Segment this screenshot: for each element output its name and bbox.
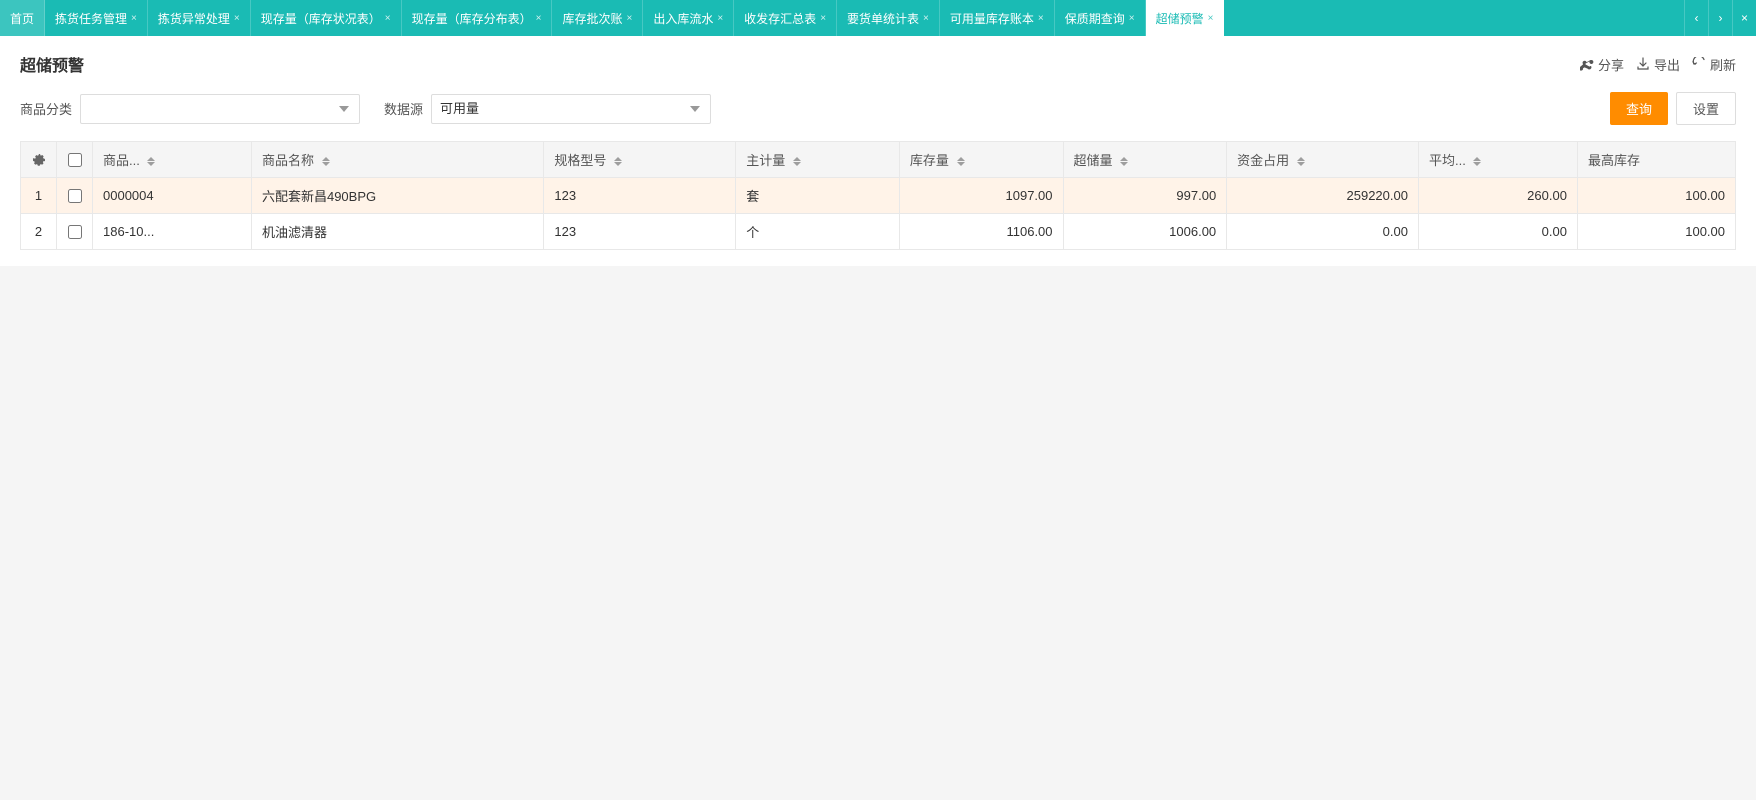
page-title: 超储预警: [20, 52, 84, 76]
td-overstock: 997.00: [1063, 178, 1227, 214]
sort-icon-name: [322, 157, 330, 166]
sort-icon-unit: [793, 157, 801, 166]
nav-arrow-close[interactable]: ×: [1732, 0, 1756, 36]
td-unit: 套: [736, 178, 900, 214]
th-avg[interactable]: 平均...: [1418, 142, 1577, 178]
sort-icon-code: [147, 157, 155, 166]
nav-tab-requisition[interactable]: 要货单统计表 ×: [837, 0, 940, 36]
td-avg: 260.00: [1418, 178, 1577, 214]
nav-arrow-right[interactable]: ›: [1708, 0, 1732, 36]
th-select-all: [57, 142, 93, 178]
refresh-icon: [1692, 57, 1706, 71]
datasource-select[interactable]: 可用量: [431, 94, 711, 124]
td-capital: 259220.00: [1227, 178, 1419, 214]
sort-icon-overstock: [1120, 157, 1128, 166]
row-checkbox[interactable]: [68, 225, 82, 239]
th-gear: [21, 142, 57, 178]
td-checkbox: [57, 178, 93, 214]
close-icon[interactable]: ×: [923, 13, 929, 24]
td-spec: 123: [544, 214, 736, 250]
select-all-checkbox[interactable]: [68, 153, 82, 167]
settings-button[interactable]: 设置: [1676, 92, 1736, 125]
nav-tab-stock-status[interactable]: 现存量（库存状况表） ×: [251, 0, 402, 36]
td-spec: 123: [544, 178, 736, 214]
page-content: 超储预警 分享 导出 刷新: [0, 36, 1756, 266]
nav-tab-picking-abnormal[interactable]: 拣货异常处理 ×: [148, 0, 251, 36]
close-icon[interactable]: ×: [536, 13, 542, 24]
sort-icon-avg: [1473, 157, 1481, 166]
filter-right-buttons: 查询 设置: [1610, 92, 1736, 125]
nav-tab-overstock[interactable]: 超储预警 ×: [1146, 0, 1225, 36]
nav-tab-picking-tasks[interactable]: 拣货任务管理 ×: [45, 0, 148, 36]
td-code: 0000004: [93, 178, 252, 214]
nav-arrows: ‹ › ×: [1684, 0, 1756, 36]
table-header-row: 商品... 商品名称 规格型号: [21, 142, 1736, 178]
datasource-label: 数据源: [384, 99, 423, 118]
td-checkbox: [57, 214, 93, 250]
nav-tab-available-ledger[interactable]: 可用量库存账本 ×: [940, 0, 1055, 36]
sort-icon-spec: [614, 157, 622, 166]
share-icon: [1580, 57, 1594, 71]
td-code: 186-10...: [93, 214, 252, 250]
th-overstock[interactable]: 超储量: [1063, 142, 1227, 178]
td-capital: 0.00: [1227, 214, 1419, 250]
td-name: 机油滤清器: [251, 214, 543, 250]
table-row: 1 0000004 六配套新昌490BPG 123 套 1097.00 997.…: [21, 178, 1736, 214]
gear-icon[interactable]: [32, 153, 46, 167]
table-body: 1 0000004 六配套新昌490BPG 123 套 1097.00 997.…: [21, 178, 1736, 250]
close-icon[interactable]: ×: [626, 13, 632, 24]
close-icon[interactable]: ×: [385, 13, 391, 24]
td-stock: 1106.00: [899, 214, 1063, 250]
td-unit: 个: [736, 214, 900, 250]
header-actions: 分享 导出 刷新: [1580, 55, 1736, 74]
query-button[interactable]: 查询: [1610, 92, 1668, 125]
row-checkbox[interactable]: [68, 189, 82, 203]
nav-tab-home[interactable]: 首页: [0, 0, 45, 36]
th-code[interactable]: 商品...: [93, 142, 252, 178]
data-table: 商品... 商品名称 规格型号: [20, 141, 1736, 250]
nav-tab-stock-batch[interactable]: 库存批次账 ×: [552, 0, 643, 36]
td-avg: 0.00: [1418, 214, 1577, 250]
td-max: 100.00: [1577, 178, 1735, 214]
sort-icon-stock: [957, 157, 965, 166]
td-overstock: 1006.00: [1063, 214, 1227, 250]
td-index: 2: [21, 214, 57, 250]
close-icon[interactable]: ×: [820, 13, 826, 24]
export-button[interactable]: 导出: [1636, 55, 1680, 74]
share-button[interactable]: 分享: [1580, 55, 1624, 74]
close-icon[interactable]: ×: [131, 13, 137, 24]
table-row: 2 186-10... 机油滤清器 123 个 1106.00 1006.00 …: [21, 214, 1736, 250]
export-icon: [1636, 57, 1650, 71]
refresh-button[interactable]: 刷新: [1692, 55, 1736, 74]
th-max[interactable]: 最高库存: [1577, 142, 1735, 178]
td-max: 100.00: [1577, 214, 1735, 250]
sort-icon-capital: [1297, 157, 1305, 166]
close-icon[interactable]: ×: [1038, 13, 1044, 24]
category-select[interactable]: [80, 94, 360, 124]
th-name[interactable]: 商品名称: [251, 142, 543, 178]
nav-tab-inout-flow[interactable]: 出入库流水 ×: [643, 0, 734, 36]
td-name: 六配套新昌490BPG: [251, 178, 543, 214]
top-nav: 首页 拣货任务管理 × 拣货异常处理 × 现存量（库存状况表） × 现存量（库存…: [0, 0, 1756, 36]
filter-row: 商品分类 数据源 可用量 查询 设置: [20, 92, 1736, 125]
close-icon[interactable]: ×: [1208, 13, 1214, 24]
nav-tab-collect-summary[interactable]: 收发存汇总表 ×: [734, 0, 837, 36]
th-capital[interactable]: 资金占用: [1227, 142, 1419, 178]
nav-tab-stock-dist[interactable]: 现存量（库存分布表） ×: [402, 0, 553, 36]
th-stock[interactable]: 库存量: [899, 142, 1063, 178]
page-header: 超储预警 分享 导出 刷新: [20, 52, 1736, 76]
close-icon[interactable]: ×: [1129, 13, 1135, 24]
nav-tab-quality-period[interactable]: 保质期查询 ×: [1055, 0, 1146, 36]
close-icon[interactable]: ×: [717, 13, 723, 24]
filter-group-category: 商品分类: [20, 94, 360, 124]
td-stock: 1097.00: [899, 178, 1063, 214]
td-index: 1: [21, 178, 57, 214]
filter-group-datasource: 数据源 可用量: [384, 94, 711, 124]
category-label: 商品分类: [20, 99, 72, 118]
nav-arrow-left[interactable]: ‹: [1684, 0, 1708, 36]
th-spec[interactable]: 规格型号: [544, 142, 736, 178]
th-unit[interactable]: 主计量: [736, 142, 900, 178]
close-icon[interactable]: ×: [234, 13, 240, 24]
